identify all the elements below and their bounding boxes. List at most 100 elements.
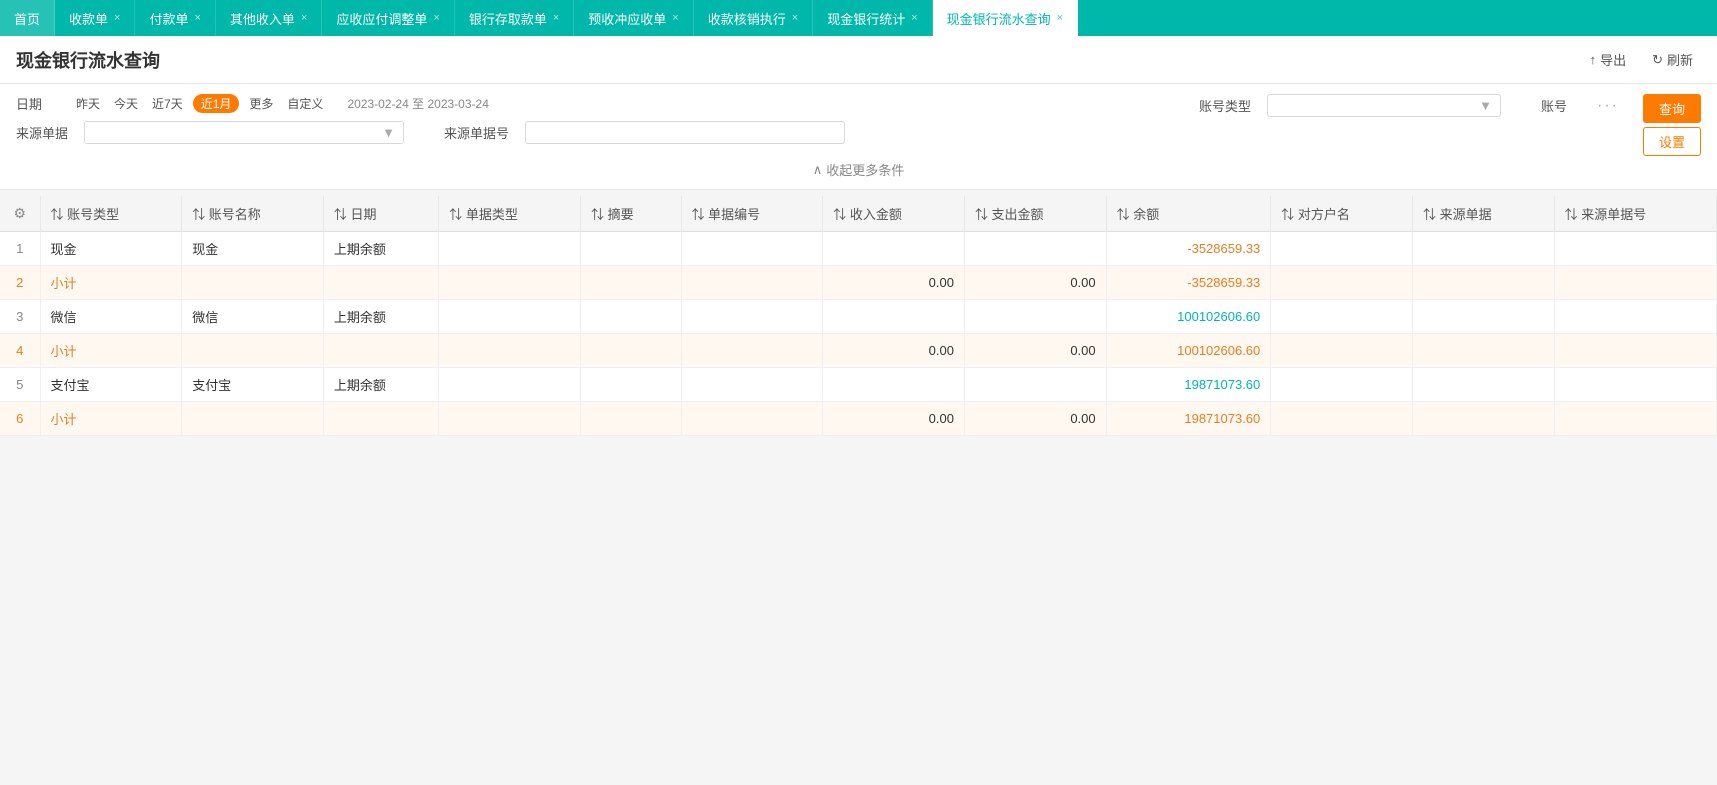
cell-summary	[580, 232, 681, 266]
cell-doc-no	[681, 334, 823, 368]
cell-summary	[580, 402, 681, 436]
cell-doc-type	[439, 266, 581, 300]
nav-ar-ap-adjust[interactable]: 应收应付调整单 ×	[322, 0, 454, 36]
cell-date: 上期余额	[323, 368, 438, 402]
cell-expense	[964, 368, 1106, 402]
date-btn-yesterday[interactable]: 昨天	[72, 94, 104, 113]
table-row: 3微信微信上期余额100102606.60	[0, 300, 1717, 334]
cell-doc-type	[439, 368, 581, 402]
cell-source-doc	[1412, 402, 1554, 436]
date-btn-7days[interactable]: 近7天	[148, 94, 187, 113]
cell-summary	[580, 368, 681, 402]
col-account-name[interactable]: ⇅ 账号名称	[182, 196, 324, 232]
nav-prepay-offset[interactable]: 预收冲应收单 ×	[574, 0, 693, 36]
table-row: 4小计0.000.00100102606.60	[0, 334, 1717, 368]
cell-account-name: 现金	[182, 232, 324, 266]
nav-receipt[interactable]: 收款单 ×	[55, 0, 135, 36]
collapse-filter-button[interactable]: ∧ 收起更多条件	[16, 160, 1701, 179]
cell-summary	[580, 300, 681, 334]
source-doc-select[interactable]: ▼	[84, 121, 404, 144]
cell-account-name	[182, 402, 324, 436]
chevron-down-icon: ▼	[382, 125, 395, 140]
account-type-select[interactable]: ▼	[1267, 94, 1501, 117]
cell-index: 3	[0, 300, 40, 334]
cell-income: 0.00	[823, 266, 965, 300]
cell-expense: 0.00	[964, 266, 1106, 300]
cell-counterpart	[1271, 232, 1413, 266]
account-more-icon[interactable]: ···	[1597, 97, 1619, 115]
cell-summary	[580, 334, 681, 368]
query-button[interactable]: 查询	[1643, 94, 1701, 123]
cell-index: 1	[0, 232, 40, 266]
col-doc-no[interactable]: ⇅ 单据编号	[681, 196, 823, 232]
date-range-display: 2023-02-24 至 2023-03-24	[347, 95, 488, 112]
col-account-type[interactable]: ⇅ 账号类型	[40, 196, 182, 232]
col-doc-type[interactable]: ⇅ 单据类型	[439, 196, 581, 232]
page-title: 现金银行流水查询	[16, 47, 160, 73]
col-settings[interactable]: ⚙	[0, 196, 40, 232]
nav-cash-bank-flow[interactable]: 现金银行流水查询 ×	[933, 0, 1078, 36]
nav-home[interactable]: 首页	[0, 0, 55, 36]
cell-account-name: 微信	[182, 300, 324, 334]
chevron-up-icon: ∧	[813, 162, 823, 178]
cell-index: 2	[0, 266, 40, 300]
close-icon[interactable]: ×	[433, 12, 439, 24]
date-btn-custom[interactable]: 自定义	[283, 94, 327, 113]
nav-cash-bank-stats[interactable]: 现金银行统计 ×	[813, 0, 932, 36]
close-icon[interactable]: ×	[672, 12, 678, 24]
col-date[interactable]: ⇅ 日期	[323, 196, 438, 232]
settings-icon[interactable]: ⚙	[13, 205, 26, 221]
close-icon[interactable]: ×	[114, 12, 120, 24]
date-btn-1month[interactable]: 近1月	[193, 94, 240, 113]
cell-account-type: 小计	[40, 334, 182, 368]
chevron-down-icon: ▼	[1479, 98, 1492, 113]
cell-account-type: 小计	[40, 266, 182, 300]
close-icon[interactable]: ×	[553, 12, 559, 24]
col-expense[interactable]: ⇅ 支出金额	[964, 196, 1106, 232]
col-income[interactable]: ⇅ 收入金额	[823, 196, 965, 232]
col-counterpart[interactable]: ⇅ 对方户名	[1271, 196, 1413, 232]
date-btn-today[interactable]: 今天	[110, 94, 142, 113]
refresh-icon: ↻	[1652, 52, 1663, 68]
close-icon[interactable]: ×	[301, 12, 307, 24]
col-balance[interactable]: ⇅ 余额	[1106, 196, 1271, 232]
cell-account-type: 微信	[40, 300, 182, 334]
nav-receipt-exec[interactable]: 收款核销执行 ×	[694, 0, 813, 36]
filter-row-date: 日期 昨天 今天 近7天 近1月 更多 自定义 2023-02-24 至 202…	[16, 94, 1183, 113]
export-button[interactable]: ↑ 导出	[1582, 46, 1635, 73]
table-header-row: ⚙ ⇅ 账号类型 ⇅ 账号名称 ⇅ 日期 ⇅ 单据类型 ⇅ 摘要	[0, 196, 1717, 232]
cell-income: 0.00	[823, 402, 965, 436]
close-icon[interactable]: ×	[792, 12, 798, 24]
cell-doc-no	[681, 368, 823, 402]
cell-index: 5	[0, 368, 40, 402]
cell-source-doc	[1412, 232, 1554, 266]
nav-payment[interactable]: 付款单 ×	[135, 0, 215, 36]
cell-counterpart	[1271, 402, 1413, 436]
table-row: 2小计0.000.00-3528659.33	[0, 266, 1717, 300]
cell-counterpart	[1271, 368, 1413, 402]
cell-date	[323, 402, 438, 436]
col-summary[interactable]: ⇅ 摘要	[580, 196, 681, 232]
refresh-button[interactable]: ↻ 刷新	[1644, 46, 1701, 73]
date-btn-more[interactable]: 更多	[245, 94, 277, 113]
filter-action-buttons: 查询 设置	[1643, 94, 1701, 156]
cell-counterpart	[1271, 300, 1413, 334]
page-header: 现金银行流水查询 ↑ 导出 ↻ 刷新	[0, 36, 1717, 84]
col-source-doc-no[interactable]: ⇅ 来源单据号	[1554, 196, 1716, 232]
source-doc-no-input[interactable]	[525, 121, 845, 144]
cell-balance: 19871073.60	[1106, 402, 1271, 436]
setting-button[interactable]: 设置	[1643, 127, 1701, 156]
top-navigation: 首页 收款单 × 付款单 × 其他收入单 × 应收应付调整单 × 银行存取款单 …	[0, 0, 1717, 36]
close-icon[interactable]: ×	[911, 12, 917, 24]
cell-income: 0.00	[823, 334, 965, 368]
cell-date: 上期余额	[323, 232, 438, 266]
col-source-doc[interactable]: ⇅ 来源单据	[1412, 196, 1554, 232]
close-icon[interactable]: ×	[194, 12, 200, 24]
close-icon[interactable]: ×	[1057, 12, 1063, 24]
nav-bank-deposit[interactable]: 银行存取款单 ×	[455, 0, 574, 36]
cell-doc-no	[681, 232, 823, 266]
cell-income	[823, 368, 965, 402]
cell-account-name: 支付宝	[182, 368, 324, 402]
nav-other-income[interactable]: 其他收入单 ×	[216, 0, 322, 36]
cell-source-doc-no	[1554, 402, 1716, 436]
